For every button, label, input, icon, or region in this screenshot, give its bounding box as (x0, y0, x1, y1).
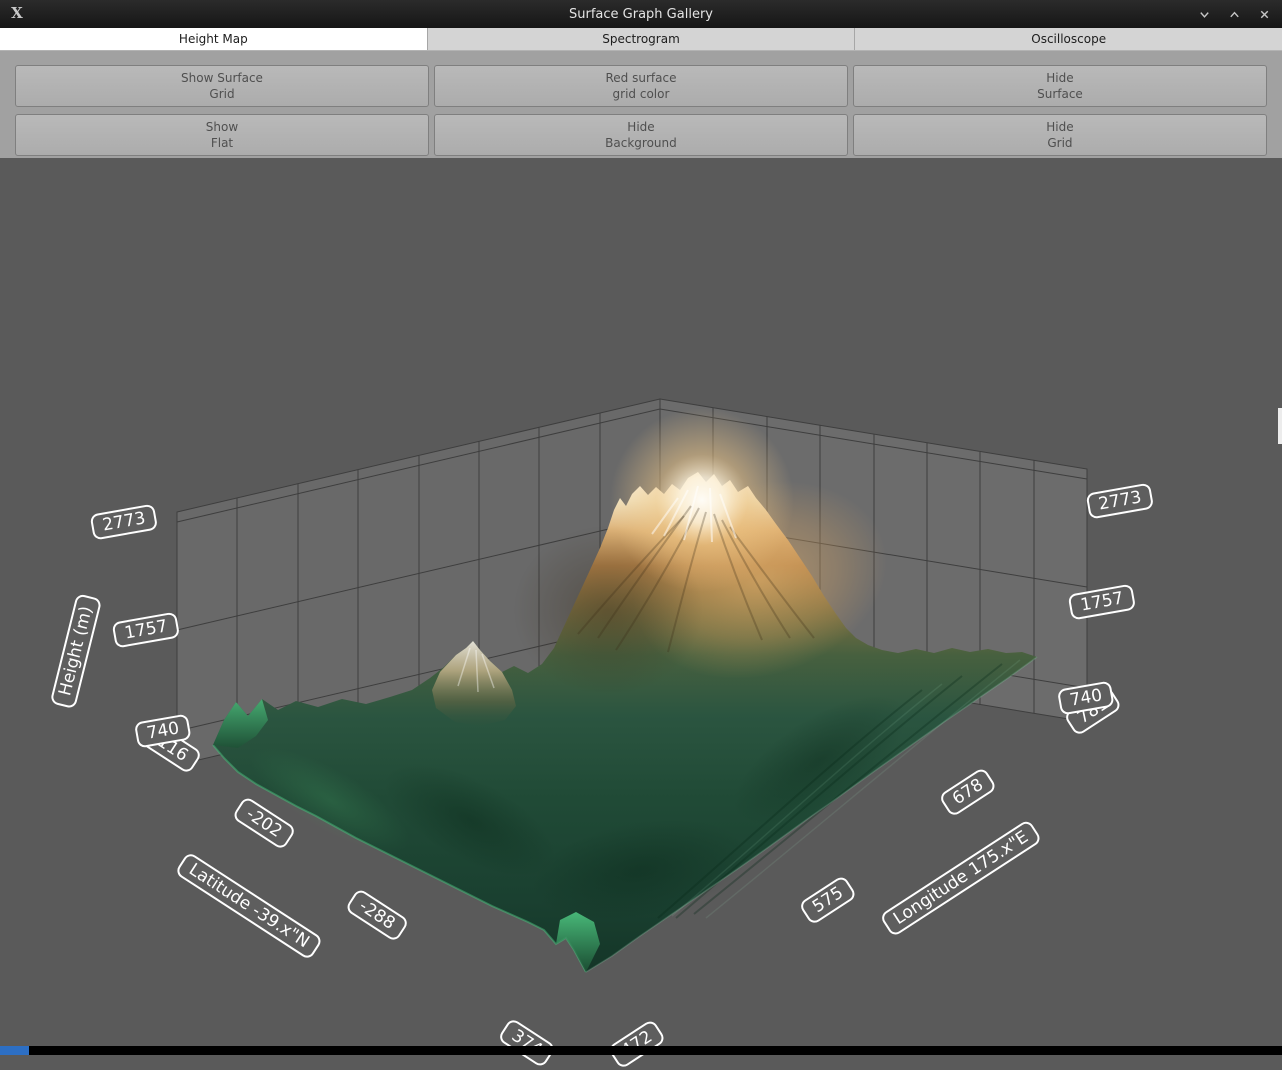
tab-bar: Height Map Spectrogram Oscilloscope (0, 28, 1282, 51)
tab-height-map[interactable]: Height Map (0, 28, 428, 50)
button-label-line: Hide (435, 119, 847, 135)
close-icon (1258, 8, 1271, 21)
bottom-bar (0, 1046, 1282, 1055)
window-controls (1196, 0, 1272, 28)
button-label-line: Show (16, 119, 428, 135)
control-button-panel: Show Surface Grid Red surface grid color… (0, 51, 1282, 158)
app-icon-x11: X (9, 5, 25, 22)
button-label-line: Grid (16, 86, 428, 102)
button-label-line: Flat (16, 135, 428, 151)
surface-grid-color-button[interactable]: Red surface grid color (434, 65, 848, 107)
surface-plot-canvas[interactable] (0, 0, 1282, 1055)
hide-grid-button[interactable]: Hide Grid (853, 114, 1267, 156)
show-flat-button[interactable]: Show Flat (15, 114, 429, 156)
tab-oscilloscope[interactable]: Oscilloscope (855, 28, 1282, 50)
summit-snow-glow (610, 408, 794, 592)
close-button[interactable] (1256, 6, 1272, 22)
maximize-button[interactable] (1226, 6, 1242, 22)
show-surface-grid-button[interactable]: Show Surface Grid (15, 65, 429, 107)
chevron-down-icon (1198, 8, 1211, 21)
chevron-up-icon (1228, 8, 1241, 21)
screen-edge-artifact (1278, 408, 1282, 444)
window-title: Surface Graph Gallery (0, 7, 1282, 22)
tab-spectrogram[interactable]: Spectrogram (428, 28, 856, 50)
button-label-line: Hide (854, 119, 1266, 135)
hide-surface-button[interactable]: Hide Surface (853, 65, 1267, 107)
titlebar[interactable]: X Surface Graph Gallery (0, 0, 1282, 28)
hide-background-button[interactable]: Hide Background (434, 114, 848, 156)
button-label-line: Show Surface (16, 70, 428, 86)
button-label-line: Red surface (435, 70, 847, 86)
button-label-line: Background (435, 135, 847, 151)
button-label-line: Surface (854, 86, 1266, 102)
button-label-line: Grid (854, 135, 1266, 151)
bottom-bar-blue-segment (0, 1046, 29, 1055)
button-label-line: Hide (854, 70, 1266, 86)
shade-button[interactable] (1196, 6, 1212, 22)
button-label-line: grid color (435, 86, 847, 102)
